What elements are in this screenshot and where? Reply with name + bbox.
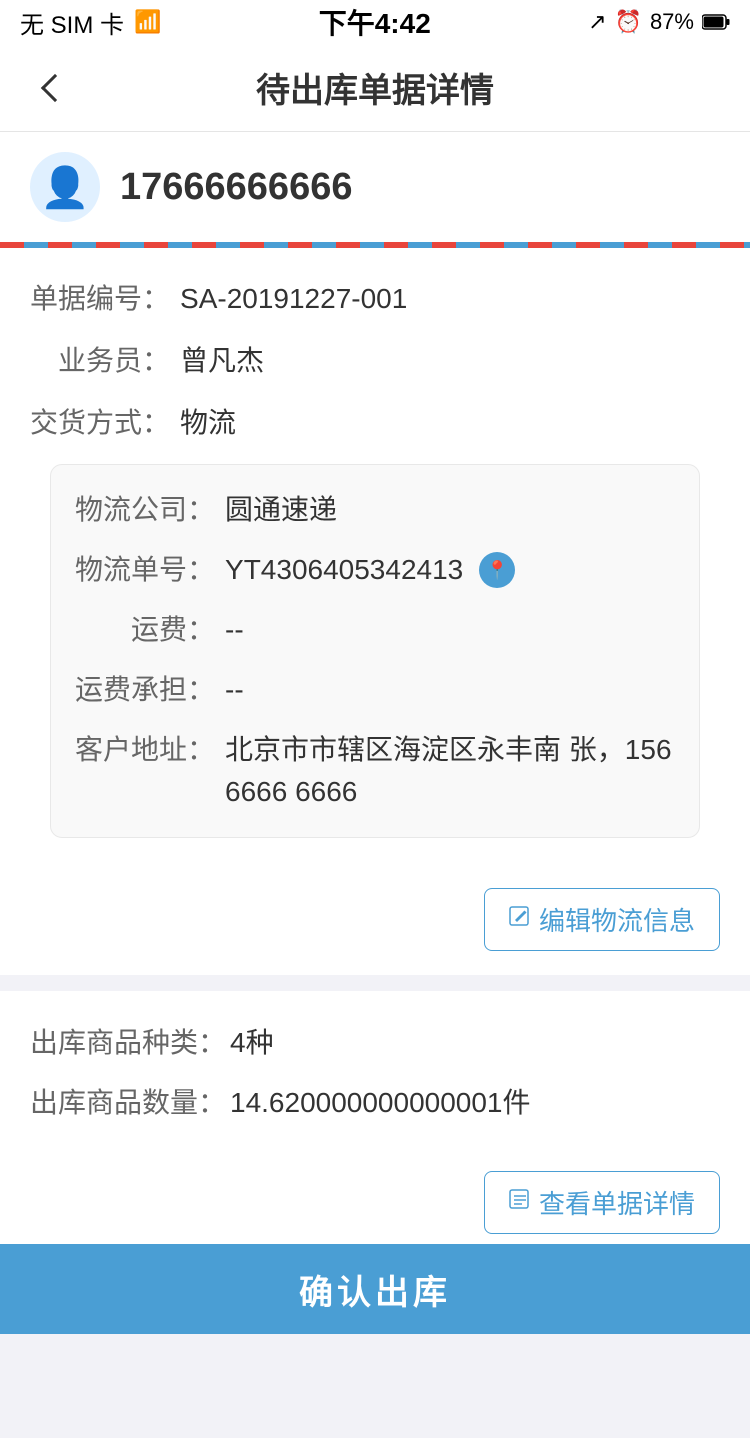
logistics-company-value: 圆通速递 [215,489,675,531]
confirm-button-label: 确认出库 [299,1265,451,1314]
status-right: ↗ ⏰ 87% [588,9,730,35]
freight-bear-row: 运费承担： -- [75,669,675,711]
confirm-button-area[interactable]: 确认出库 [0,1244,750,1334]
tracking-number: YT43064053424​13 [225,549,463,591]
back-button[interactable] [30,63,80,113]
freight-row: 运费： -- [75,609,675,651]
tracking-row: 物流单号： YT43064053424​13 📍 [75,549,675,591]
view-detail-icon [509,1187,531,1218]
order-number-label: 单据编号： [30,278,170,320]
track-location-button[interactable]: 📍 [479,552,515,588]
location-status-icon: ↗ [588,9,606,35]
wifi-icon: 📶 [134,9,161,35]
delivery-value: 物流 [170,402,720,444]
order-number-row: 单据编号： SA-20191227-001 [30,278,720,320]
edit-logistics-area: 编辑物流信息 [0,868,750,975]
view-detail-label: 查看单据详情 [539,1184,695,1221]
tracking-label: 物流单号： [75,549,215,591]
logistics-company-row: 物流公司： 圆通速递 [75,489,675,531]
back-arrow-icon [41,73,69,101]
address-value: 北京市市辖区海淀区永丰南 张，156 6666 6666 [215,729,675,813]
agent-value: 曾凡杰 [170,340,720,382]
agent-label: 业务员： [30,340,170,382]
customer-header: 👤 17666666666 [0,132,750,242]
order-number-value: SA-20191227-001 [170,278,720,320]
freight-bear-value: -- [215,669,675,711]
edit-logistics-button[interactable]: 编辑物流信息 [484,888,720,951]
goods-quantity-row: 出库商品数量： 14.620000000000001件 [30,1081,720,1121]
status-time: 下午4:42 [319,2,431,42]
section-divider-1 [0,975,750,991]
goods-types-label: 出库商品种类： [30,1021,230,1061]
order-info-section: 单据编号： SA-20191227-001 业务员： 曾凡杰 交货方式： 物流 … [0,248,750,868]
address-label: 客户地址： [75,729,215,771]
goods-types-value: 4种 [230,1021,274,1061]
goods-quantity-value: 14.620000000000001件 [230,1081,531,1121]
avatar-icon: 👤 [40,164,90,211]
battery-icon [702,14,730,30]
freight-bear-label: 运费承担： [75,669,215,711]
goods-types-row: 出库商品种类： 4种 [30,1021,720,1061]
agent-row: 业务员： 曾凡杰 [30,340,720,382]
logistics-company-label: 物流公司： [75,489,215,531]
freight-label: 运费： [75,609,215,651]
status-bar: 无 SIM 卡 📶 下午4:42 ↗ ⏰ 87% [0,0,750,44]
location-pin-icon: 📍 [486,557,508,584]
battery-level: 87% [650,9,694,35]
customer-phone: 17666666666 [120,166,352,209]
logistics-card: 物流公司： 圆通速递 物流单号： YT43064053424​13 📍 运费： … [50,464,700,838]
page-title: 待出库单据详情 [256,63,494,112]
tracking-value-group: YT43064053424​13 📍 [215,549,675,591]
goods-section: 出库商品种类： 4种 出库商品数量： 14.620000000000001件 [0,991,750,1161]
edit-icon [509,906,531,934]
view-detail-button[interactable]: 查看单据详情 [484,1171,720,1234]
sim-label: 无 SIM 卡 [20,5,124,40]
alarm-status-icon: ⏰ [615,9,642,35]
address-row: 客户地址： 北京市市辖区海淀区永丰南 张，156 6666 6666 [75,729,675,813]
goods-quantity-label: 出库商品数量： [30,1081,230,1121]
delivery-label: 交货方式： [30,402,170,444]
nav-bar: 待出库单据详情 [0,44,750,132]
freight-value: -- [215,609,675,651]
status-left: 无 SIM 卡 📶 [20,5,161,40]
edit-logistics-label: 编辑物流信息 [539,901,695,938]
delivery-row: 交货方式： 物流 [30,402,720,444]
avatar: 👤 [30,152,100,222]
